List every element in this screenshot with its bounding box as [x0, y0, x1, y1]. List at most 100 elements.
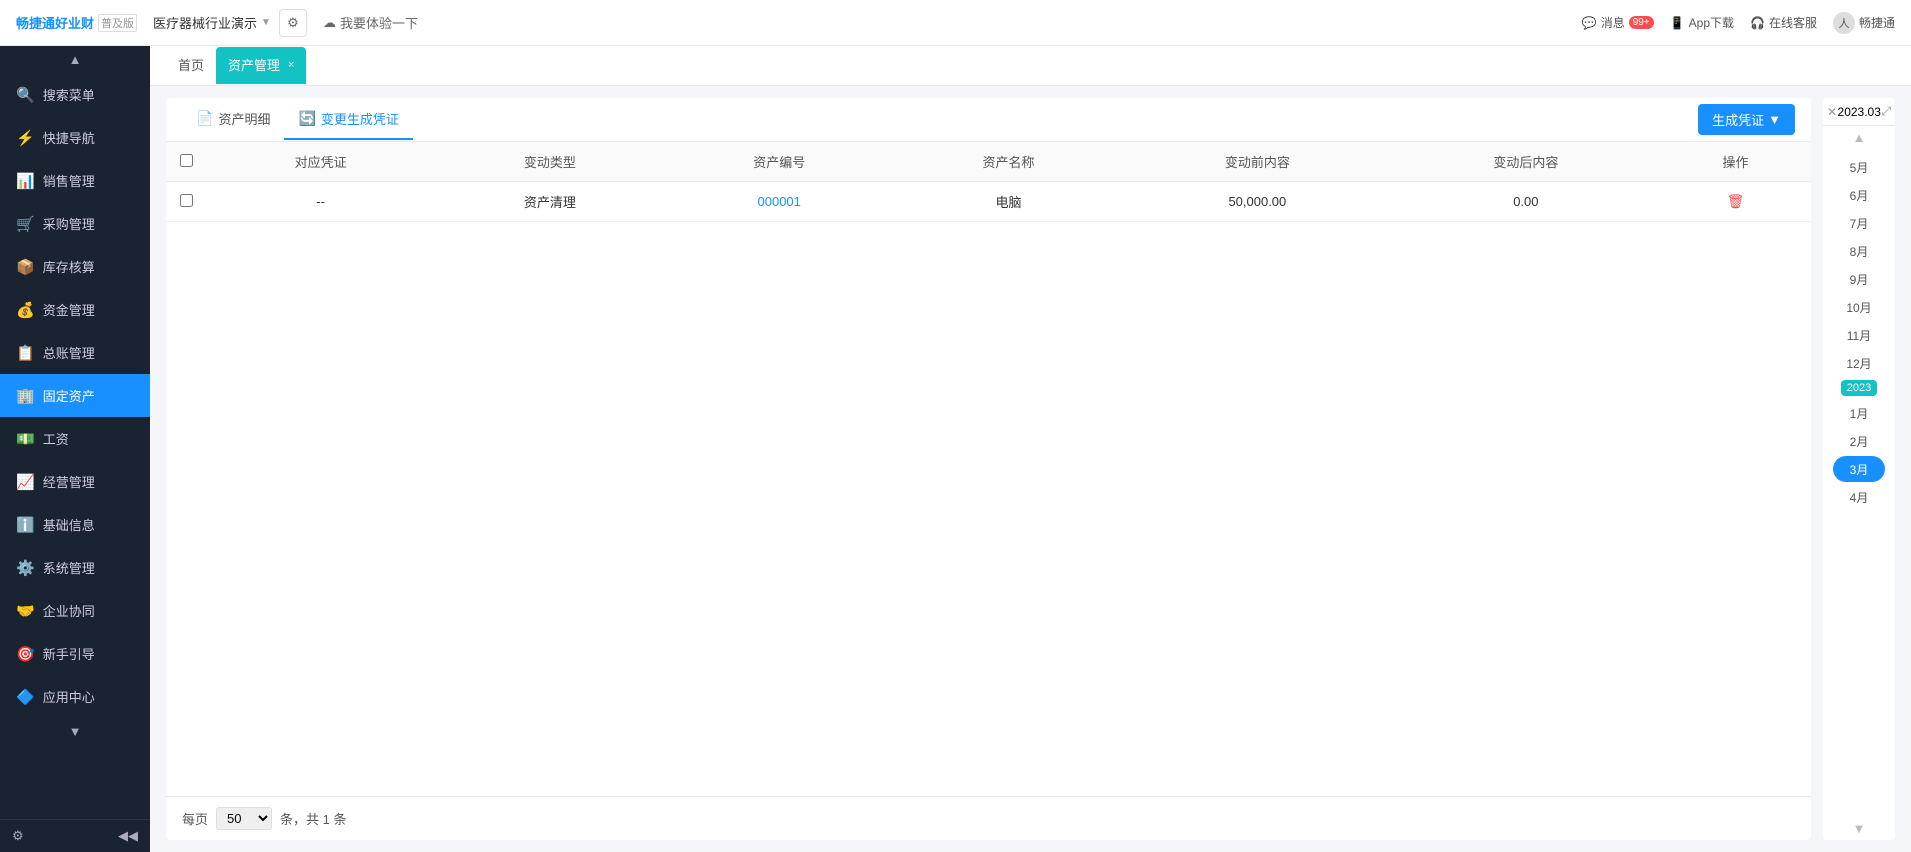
sidebar-collapse-button[interactable]: ◀◀: [118, 828, 138, 844]
app-download-button[interactable]: 📱 App下载: [1670, 14, 1734, 31]
tab-home[interactable]: 首页: [166, 47, 216, 84]
messages-badge: 99+: [1629, 16, 1654, 29]
sidebar-item-purchase[interactable]: 🛒 采购管理: [0, 202, 150, 245]
page-size-select[interactable]: 50 10 20 100: [216, 807, 272, 830]
sub-tab-asset-list[interactable]: 📄 资产明细: [182, 99, 284, 140]
online-service-button[interactable]: 🎧 在线客服: [1750, 14, 1817, 31]
cal-month-2[interactable]: 2月: [1833, 428, 1885, 454]
cal-month-12[interactable]: 12月: [1833, 350, 1885, 376]
messages-button[interactable]: 💬 消息 99+: [1582, 14, 1654, 31]
sidebar-item-system[interactable]: ⚙️ 系统管理: [0, 546, 150, 589]
per-page-label: 每页: [182, 809, 208, 828]
messages-label: 消息: [1601, 14, 1625, 31]
calendar-scroll-up[interactable]: ▲: [1849, 126, 1870, 149]
collab-icon: 🤝: [16, 602, 35, 620]
sidebar-item-label: 库存核算: [43, 257, 95, 276]
calendar-scroll-down[interactable]: ▼: [1849, 817, 1870, 840]
calendar-expand-button[interactable]: ⤢: [1881, 104, 1891, 119]
sidebar-item-label: 工资: [43, 429, 69, 448]
table-footer: 每页 50 10 20 100 条，共 1 条: [166, 796, 1811, 840]
calendar-close-button[interactable]: ✕: [1827, 105, 1837, 119]
cal-month-11[interactable]: 11月: [1833, 322, 1885, 348]
header-right: 💬 消息 99+ 📱 App下载 🎧 在线客服 人 畅捷通: [1582, 12, 1895, 34]
system-icon: ⚙️: [16, 559, 35, 577]
bottom-settings-icon[interactable]: ⚙: [12, 828, 24, 844]
col-action: 操作: [1660, 142, 1811, 182]
sidebar-item-operations[interactable]: 📈 经营管理: [0, 460, 150, 503]
tab-asset-management[interactable]: 资产管理 ×: [216, 47, 306, 84]
sidebar-item-basic-info[interactable]: ℹ️ 基础信息: [0, 503, 150, 546]
cal-month-4[interactable]: 4月: [1833, 484, 1885, 510]
feedback-button[interactable]: ☁ 我要体验一下: [323, 13, 418, 32]
sidebar-item-label: 基础信息: [43, 515, 95, 534]
sidebar-scroll-up[interactable]: ▲: [0, 46, 150, 73]
cal-month-9[interactable]: 9月: [1833, 266, 1885, 292]
col-after: 变动后内容: [1392, 142, 1660, 182]
table-head: 对应凭证 变动类型 资产编号 资产名称 变动前内容 变动后内容 操作: [166, 142, 1811, 182]
sub-tabs-left: 📄 资产明细 🔄 变更生成凭证: [182, 99, 413, 140]
user-profile[interactable]: 人 畅捷通: [1833, 12, 1895, 34]
calendar-header: ✕ 2023.03 ⤢: [1823, 98, 1895, 126]
service-icon: 🎧: [1750, 16, 1765, 30]
sub-tab-change-voucher-label: 变更生成凭证: [321, 109, 399, 128]
row-checkbox[interactable]: [180, 194, 193, 207]
generate-btn-arrow: ▼: [1768, 112, 1781, 127]
row-before: 50,000.00: [1123, 182, 1391, 222]
sidebar-item-quicknav[interactable]: ⚡ 快捷导航: [0, 116, 150, 159]
chevron-down-icon: ▼: [261, 17, 271, 28]
sidebar-item-payroll[interactable]: 💵 工资: [0, 417, 150, 460]
sidebar-item-label: 采购管理: [43, 214, 95, 233]
edition-text: 普及版: [98, 14, 137, 32]
page-content: 📄 资产明细 🔄 变更生成凭证 生成凭证 ▼: [150, 86, 1911, 852]
col-change-type: 变动类型: [435, 142, 664, 182]
top-header: 畅捷通好业财 普及版 医疗器械行业演示 ▼ ⚙ ☁ 我要体验一下 💬 消息 99…: [0, 0, 1911, 46]
sidebar-item-label: 搜索菜单: [43, 85, 95, 104]
select-all-checkbox[interactable]: [180, 154, 193, 167]
sidebar-item-app-center[interactable]: 🔷 应用中心: [0, 675, 150, 718]
sidebar-item-inventory[interactable]: 📦 库存核算: [0, 245, 150, 288]
sidebar-item-label: 快捷导航: [43, 128, 95, 147]
sub-tab-change-voucher[interactable]: 🔄 变更生成凭证: [284, 99, 412, 140]
sidebar-item-ledger[interactable]: 📋 总账管理: [0, 331, 150, 374]
messages-icon: 💬: [1582, 16, 1597, 30]
sidebar-item-funds[interactable]: 💰 资金管理: [0, 288, 150, 331]
sidebar-item-label: 企业协同: [43, 601, 95, 620]
cal-year-2023[interactable]: 2023: [1841, 380, 1877, 396]
cal-month-5[interactable]: 5月: [1833, 154, 1885, 180]
sidebar-item-collaboration[interactable]: 🤝 企业协同: [0, 589, 150, 632]
generate-voucher-button[interactable]: 生成凭证 ▼: [1698, 104, 1795, 135]
app-download-label: App下载: [1689, 14, 1734, 31]
company-selector[interactable]: 医疗器械行业演示 ▼: [153, 13, 271, 32]
sub-tab-asset-list-label: 资产明细: [218, 109, 270, 128]
sidebar-bottom: ⚙ ◀◀: [0, 819, 150, 852]
cal-month-1[interactable]: 1月: [1833, 400, 1885, 426]
calendar-title: 2023.03: [1838, 105, 1881, 119]
cal-month-6[interactable]: 6月: [1833, 182, 1885, 208]
table-row: -- 资产清理 000001 电脑 50,000.00 0.00 🗑: [166, 182, 1811, 222]
calendar-panel: ✕ 2023.03 ⤢ ▲ 5月 6月 7月 8月 9月 10月 11月 12月…: [1823, 98, 1895, 840]
row-action-cell: 🗑: [1660, 182, 1811, 222]
change-voucher-icon: 🔄: [298, 110, 315, 127]
cal-month-7[interactable]: 7月: [1833, 210, 1885, 236]
settings-button[interactable]: ⚙: [279, 9, 307, 37]
cal-month-3[interactable]: 3月: [1833, 456, 1885, 482]
col-before: 变动前内容: [1123, 142, 1391, 182]
table-body: -- 资产清理 000001 电脑 50,000.00 0.00 🗑: [166, 182, 1811, 222]
logo-text: 畅捷通好业财: [16, 13, 94, 32]
cal-month-8[interactable]: 8月: [1833, 238, 1885, 264]
cal-month-10[interactable]: 10月: [1833, 294, 1885, 320]
gear-icon: ⚙: [287, 15, 299, 31]
sidebar-item-sales[interactable]: 📊 销售管理: [0, 159, 150, 202]
tab-close-button[interactable]: ×: [288, 59, 294, 71]
sidebar-scroll-down[interactable]: ▼: [0, 718, 150, 745]
sidebar-item-search[interactable]: 🔍 搜索菜单: [0, 73, 150, 116]
app-center-icon: 🔷: [16, 688, 35, 706]
delete-row-button[interactable]: 🗑: [1727, 193, 1745, 210]
sidebar-item-guide[interactable]: 🎯 新手引导: [0, 632, 150, 675]
select-all-header: [166, 142, 206, 182]
sidebar-item-fixed-assets[interactable]: 🏢 固定资产: [0, 374, 150, 417]
data-table: 对应凭证 变动类型 资产编号 资产名称 变动前内容 变动后内容 操作: [166, 142, 1811, 222]
main-layout: ▲ 🔍 搜索菜单 ⚡ 快捷导航 📊 销售管理 🛒 采购管理 📦 库存核算 💰 资…: [0, 46, 1911, 852]
col-asset-name: 资产名称: [894, 142, 1123, 182]
company-name: 医疗器械行业演示: [153, 13, 257, 32]
